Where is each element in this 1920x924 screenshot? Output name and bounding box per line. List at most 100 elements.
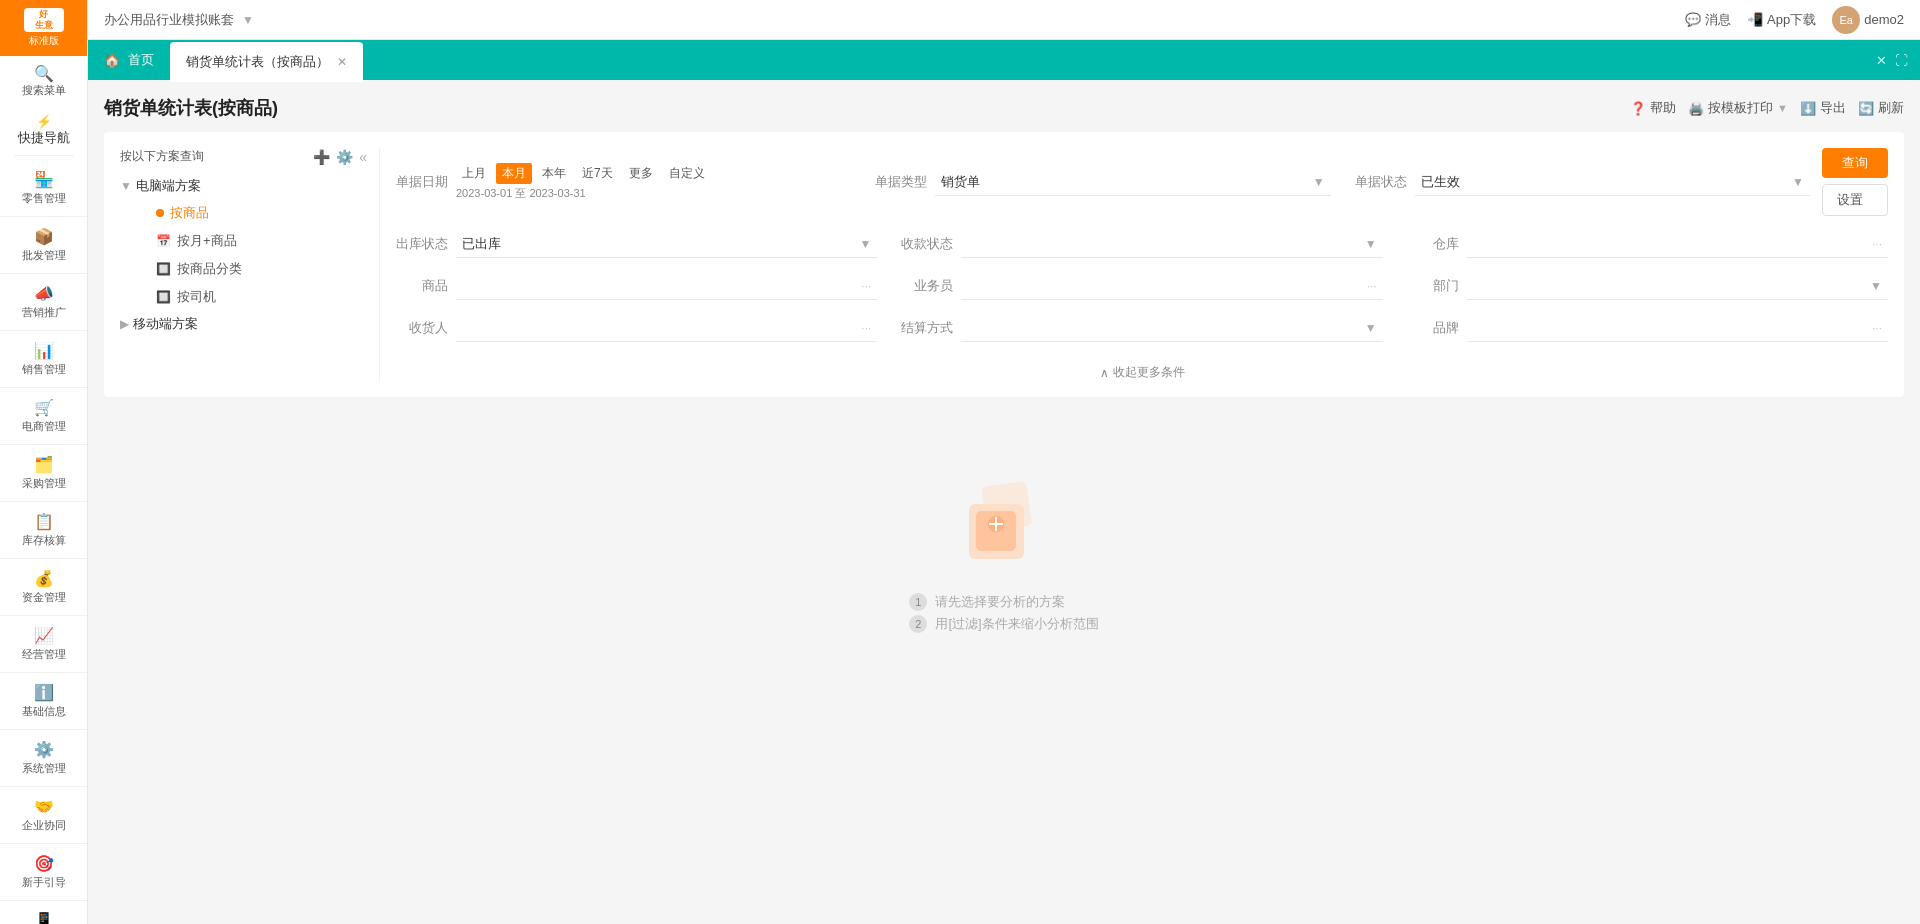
sidebar-item-retail[interactable]: 🏪 零售管理 xyxy=(0,160,87,217)
date-btn-last-month[interactable]: 上月 xyxy=(456,163,492,184)
group-arrow-down: ▼ xyxy=(120,179,132,193)
maximize-window-icon[interactable]: ⛶ xyxy=(1895,53,1908,68)
date-label: 单据日期 xyxy=(396,173,456,191)
sidebar-item-ecommerce[interactable]: 🛒 电商管理 xyxy=(0,388,87,445)
doc-type-value[interactable]: 销货单 ▼ xyxy=(935,168,1330,196)
salesperson-more-icon[interactable]: ··· xyxy=(1367,279,1377,293)
date-btn-this-month[interactable]: 本月 xyxy=(496,163,532,184)
warehouse-value[interactable]: ··· xyxy=(1467,230,1888,258)
filter-field-department: 部门 ▼ xyxy=(1407,272,1888,300)
product-value[interactable]: ··· xyxy=(456,272,877,300)
payment-method-value[interactable]: ▼ xyxy=(961,314,1382,342)
outbound-value[interactable]: 已出库 ▼ xyxy=(456,230,877,258)
app-download-btn[interactable]: 📲 App下载 xyxy=(1747,11,1816,29)
wholesale-icon: 📦 xyxy=(34,227,54,246)
sidebar-item-finance[interactable]: 💰 资金管理 xyxy=(0,559,87,616)
sidebar-menu: 🏪 零售管理 📦 批发管理 📣 营销推广 📊 销售管理 🛒 电商管理 🗂️ 采购… xyxy=(0,160,87,924)
add-scheme-icon[interactable]: ➕ xyxy=(313,149,330,165)
payment-value[interactable]: ▼ xyxy=(961,230,1382,258)
scheme-item-by-driver[interactable]: 🔲 按司机 xyxy=(136,283,367,311)
collapse-scheme-icon[interactable]: « xyxy=(359,149,367,165)
print-dropdown-icon: ▼ xyxy=(1777,102,1788,114)
sidebar-item-sales[interactable]: 📊 销售管理 xyxy=(0,331,87,388)
sidebar-item-marketing[interactable]: 📣 营销推广 xyxy=(0,274,87,331)
help-btn[interactable]: ❓ 帮助 xyxy=(1630,99,1676,117)
username-label: demo2 xyxy=(1864,12,1904,27)
salesperson-value[interactable]: ··· xyxy=(961,272,1382,300)
page-content: 销货单统计表(按商品) ❓ 帮助 🖨️ 按模板打印 ▼ ⬇️ 导出 🔄 刷新 xyxy=(88,80,1920,924)
collab-label: 企业协同 xyxy=(22,818,66,833)
product-more-icon[interactable]: ··· xyxy=(861,279,871,293)
sidebar-search[interactable]: 🔍 搜索菜单 xyxy=(18,56,70,106)
template-print-label: 按模板打印 xyxy=(1708,99,1773,117)
department-value[interactable]: ▼ xyxy=(1467,272,1888,300)
doc-status-label: 单据状态 xyxy=(1355,173,1415,191)
retail-icon: 🏪 xyxy=(34,170,54,189)
date-btn-7days[interactable]: 近7天 xyxy=(576,163,619,184)
payment-method-label: 结算方式 xyxy=(901,319,961,337)
date-btn-more[interactable]: 更多 xyxy=(623,163,659,184)
tab-home[interactable]: 🏠 首页 xyxy=(88,40,170,80)
collapse-btn[interactable]: ∧ 收起更多条件 xyxy=(1100,364,1185,381)
doc-status-value[interactable]: 已生效 ▼ xyxy=(1415,168,1810,196)
search-label: 搜索菜单 xyxy=(22,83,66,98)
scheme-group-mobile: ▶ 移动端方案 xyxy=(120,311,367,337)
scheme-group-desktop-header[interactable]: ▼ 电脑端方案 xyxy=(120,173,367,199)
sidebar-item-inventory[interactable]: 📋 库存核算 xyxy=(0,502,87,559)
driver-icon: 🔲 xyxy=(156,290,171,304)
export-btn[interactable]: ⬇️ 导出 xyxy=(1800,99,1846,117)
sales-icon: 📊 xyxy=(34,341,54,360)
header-right: 💬 消息 📲 App下载 Ea demo2 xyxy=(1685,6,1904,34)
empty-steps: 1 请先选择要分析的方案 2 用[过滤]条件来缩小分析范围 xyxy=(909,593,1098,637)
receiver-value[interactable]: ··· xyxy=(456,314,877,342)
collapse-label: 收起更多条件 xyxy=(1113,364,1185,381)
user-menu[interactable]: Ea demo2 xyxy=(1832,6,1904,34)
receiver-more-icon[interactable]: ··· xyxy=(861,321,871,335)
empty-state: 1 请先选择要分析的方案 2 用[过滤]条件来缩小分析范围 xyxy=(104,409,1904,697)
brand-more-icon[interactable]: ··· xyxy=(1872,321,1882,335)
filter-field-doc-status: 单据状态 已生效 ▼ xyxy=(1355,168,1810,196)
filter-field-payment-method: 结算方式 ▼ xyxy=(901,314,1382,342)
sidebar-item-purchase[interactable]: 🗂️ 采购管理 xyxy=(0,445,87,502)
scheme-item-by-product[interactable]: 按商品 xyxy=(136,199,367,227)
scheme-label-by-category: 按商品分类 xyxy=(177,260,242,278)
industry-dropdown-icon[interactable]: ▼ xyxy=(242,13,254,27)
scheme-item-by-month-product[interactable]: 📅 按月+商品 xyxy=(136,227,367,255)
query-btn[interactable]: 查询 xyxy=(1822,148,1888,178)
tab-active[interactable]: 销货单统计表（按商品） ✕ xyxy=(170,42,363,82)
scheme-item-by-category[interactable]: 🔲 按商品分类 xyxy=(136,255,367,283)
collapse-row: ∧ 收起更多条件 xyxy=(396,356,1888,381)
search-icon: 🔍 xyxy=(34,64,54,83)
sidebar-item-basic-info[interactable]: ℹ️ 基础信息 xyxy=(0,673,87,730)
settings-btn[interactable]: 设置 xyxy=(1822,184,1888,216)
sidebar-item-operations[interactable]: 📈 经营管理 xyxy=(0,616,87,673)
outbound-label: 出库状态 xyxy=(396,235,456,253)
sidebar-item-collab[interactable]: 🤝 企业协同 xyxy=(0,787,87,844)
user-avatar: Ea xyxy=(1832,6,1860,34)
operations-label: 经营管理 xyxy=(22,647,66,662)
sidebar-item-appstore[interactable]: 📱 应用中心 xyxy=(0,901,87,924)
sidebar-item-system[interactable]: ⚙️ 系统管理 xyxy=(0,730,87,787)
filter-field-doc-type: 单据类型 销货单 ▼ xyxy=(875,168,1330,196)
warehouse-more-icon[interactable]: ··· xyxy=(1872,237,1882,251)
step-2-text: 用[过滤]条件来缩小分析范围 xyxy=(935,615,1098,633)
tab-close-icon[interactable]: ✕ xyxy=(337,55,347,69)
close-window-icon[interactable]: ✕ xyxy=(1876,53,1887,68)
sidebar-quick-nav[interactable]: ⚡ 快捷导航 xyxy=(14,106,74,156)
date-btn-custom[interactable]: 自定义 xyxy=(663,163,711,184)
message-btn[interactable]: 💬 消息 xyxy=(1685,11,1731,29)
scheme-list: ▼ 电脑端方案 按商品 📅 按月+商品 xyxy=(120,173,367,337)
filter-panel: 按以下方案查询 ➕ ⚙️ « ▼ 电脑端方案 xyxy=(104,132,1904,397)
scheme-group-mobile-header[interactable]: ▶ 移动端方案 xyxy=(120,311,367,337)
template-print-btn[interactable]: 🖨️ 按模板打印 ▼ xyxy=(1688,99,1788,117)
sidebar-item-wholesale[interactable]: 📦 批发管理 xyxy=(0,217,87,274)
sidebar-item-guide[interactable]: 🎯 新手引导 xyxy=(0,844,87,901)
brand-value[interactable]: ··· xyxy=(1467,314,1888,342)
refresh-btn[interactable]: 🔄 刷新 xyxy=(1858,99,1904,117)
system-icon: ⚙️ xyxy=(34,740,54,759)
basic-info-label: 基础信息 xyxy=(22,704,66,719)
date-btn-this-year[interactable]: 本年 xyxy=(536,163,572,184)
sidebar: 好生意 标准版 🔍 搜索菜单 ⚡ 快捷导航 🏪 零售管理 📦 批发管理 📣 营销… xyxy=(0,0,88,924)
help-icon: ❓ xyxy=(1630,101,1646,116)
edit-scheme-icon[interactable]: ⚙️ xyxy=(336,149,353,165)
